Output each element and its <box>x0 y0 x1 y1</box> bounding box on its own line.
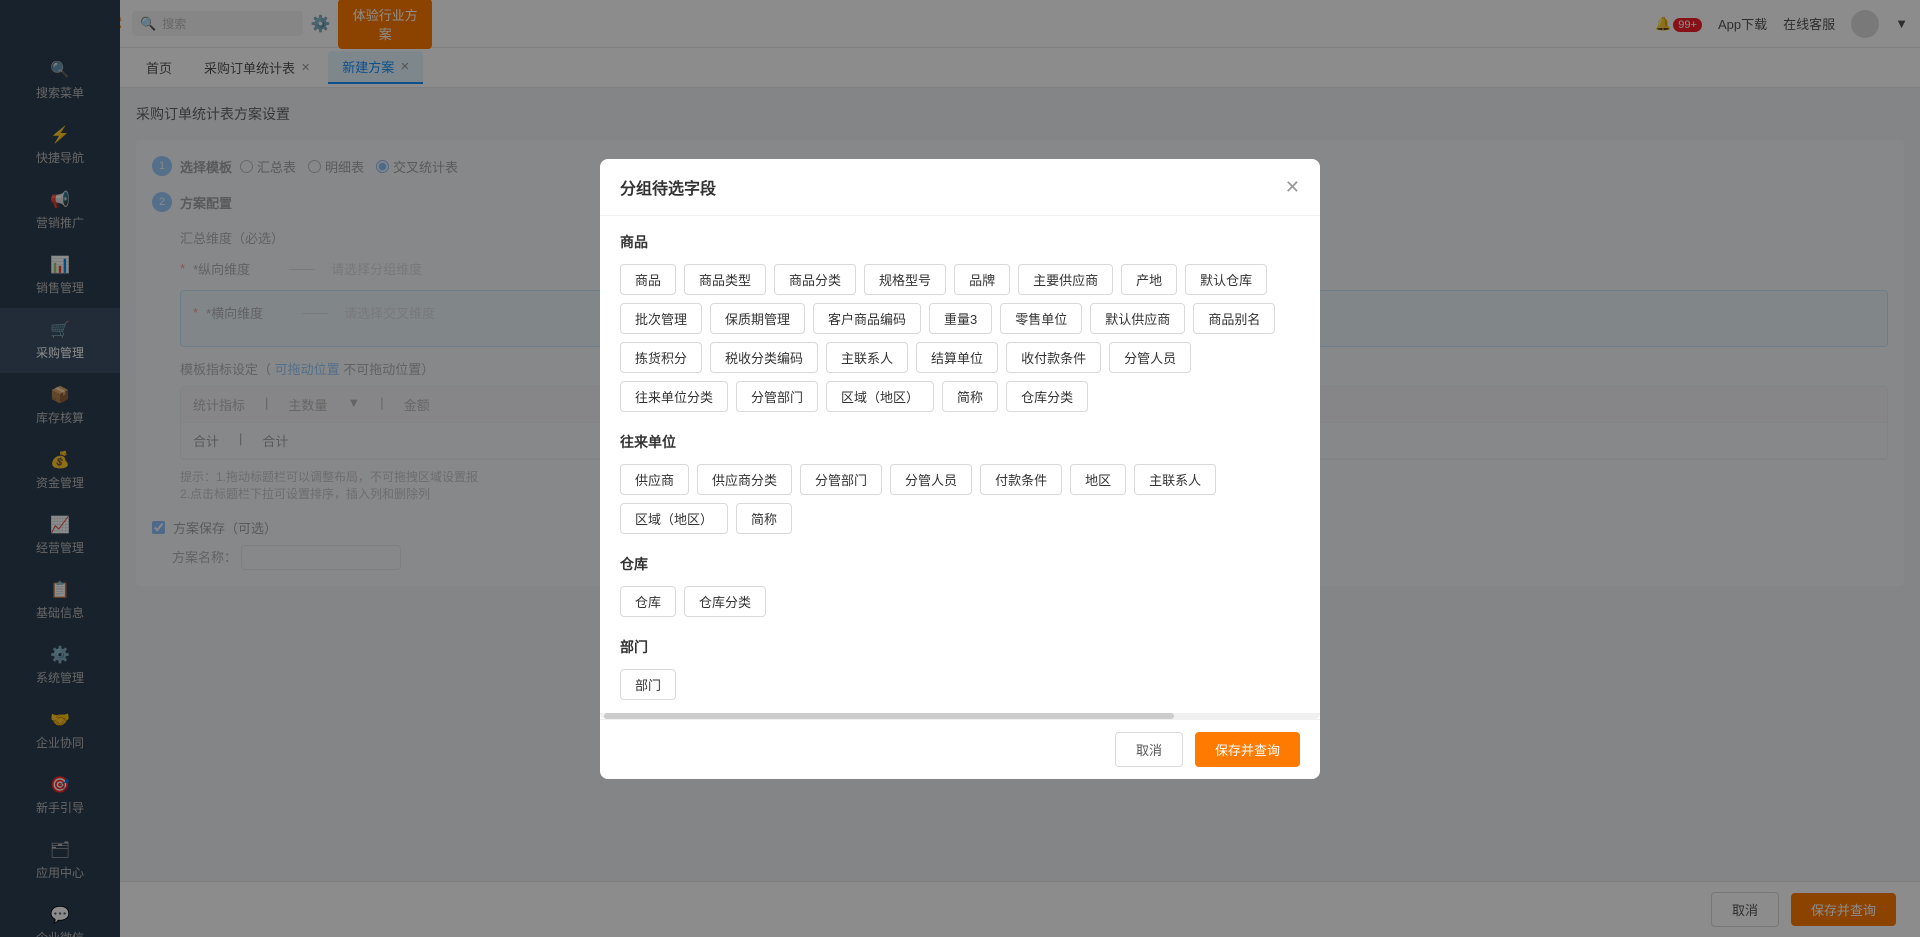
field-tag-1-7[interactable]: 区域（地区） <box>620 503 728 534</box>
field-tag-0-1[interactable]: 商品类型 <box>684 264 766 295</box>
field-section-商品: 商品商品商品类型商品分类规格型号品牌主要供应商产地默认仓库批次管理保质期管理客户… <box>620 232 1300 412</box>
field-tag-1-8[interactable]: 简称 <box>736 503 792 534</box>
field-tag-0-6[interactable]: 产地 <box>1121 264 1177 295</box>
field-tag-0-3[interactable]: 规格型号 <box>864 264 946 295</box>
field-tag-0-14[interactable]: 商品别名 <box>1193 303 1275 334</box>
field-tag-1-4[interactable]: 付款条件 <box>980 464 1062 495</box>
field-tag-0-10[interactable]: 客户商品编码 <box>813 303 921 334</box>
field-tag-0-18[interactable]: 结算单位 <box>916 342 998 373</box>
field-tag-0-4[interactable]: 品牌 <box>954 264 1010 295</box>
field-grid-2: 仓库仓库分类 <box>620 586 1300 617</box>
field-tag-0-17[interactable]: 主联系人 <box>826 342 908 373</box>
field-tag-2-1[interactable]: 仓库分类 <box>684 586 766 617</box>
field-tag-0-23[interactable]: 区域（地区） <box>826 381 934 412</box>
field-tag-0-21[interactable]: 往来单位分类 <box>620 381 728 412</box>
field-tag-1-1[interactable]: 供应商分类 <box>697 464 792 495</box>
section-title-2: 仓库 <box>620 554 1300 574</box>
field-tag-0-16[interactable]: 税收分类编码 <box>710 342 818 373</box>
modal-footer: 取消 保存并查询 <box>600 719 1320 779</box>
field-grid-0: 商品商品类型商品分类规格型号品牌主要供应商产地默认仓库批次管理保质期管理客户商品… <box>620 264 1300 412</box>
modal-close-button[interactable]: ✕ <box>1285 178 1300 196</box>
field-tag-0-0[interactable]: 商品 <box>620 264 676 295</box>
field-tag-1-5[interactable]: 地区 <box>1070 464 1126 495</box>
field-tag-0-24[interactable]: 简称 <box>942 381 998 412</box>
field-tag-1-0[interactable]: 供应商 <box>620 464 689 495</box>
modal-overlay: 分组待选字段 ✕ 商品商品商品类型商品分类规格型号品牌主要供应商产地默认仓库批次… <box>0 0 1920 937</box>
field-tag-0-20[interactable]: 分管人员 <box>1109 342 1191 373</box>
modal-cancel-button[interactable]: 取消 <box>1115 732 1183 767</box>
field-tag-0-5[interactable]: 主要供应商 <box>1018 264 1113 295</box>
field-section-仓库: 仓库仓库仓库分类 <box>620 554 1300 617</box>
modal-save-button[interactable]: 保存并查询 <box>1195 732 1300 767</box>
field-tag-0-15[interactable]: 拣货积分 <box>620 342 702 373</box>
field-tag-1-3[interactable]: 分管人员 <box>890 464 972 495</box>
field-tag-3-0[interactable]: 部门 <box>620 669 676 700</box>
field-tag-1-2[interactable]: 分管部门 <box>800 464 882 495</box>
field-grid-1: 供应商供应商分类分管部门分管人员付款条件地区主联系人区域（地区） 简称 <box>620 464 1300 534</box>
field-tag-0-2[interactable]: 商品分类 <box>774 264 856 295</box>
field-tag-0-25[interactable]: 仓库分类 <box>1006 381 1088 412</box>
modal-body[interactable]: 商品商品商品类型商品分类规格型号品牌主要供应商产地默认仓库批次管理保质期管理客户… <box>600 216 1320 713</box>
modal-dialog: 分组待选字段 ✕ 商品商品商品类型商品分类规格型号品牌主要供应商产地默认仓库批次… <box>600 159 1320 779</box>
section-title-3: 部门 <box>620 637 1300 657</box>
field-tag-1-6[interactable]: 主联系人 <box>1134 464 1216 495</box>
modal-title: 分组待选字段 <box>620 175 716 199</box>
modal-header: 分组待选字段 ✕ <box>600 159 1320 216</box>
field-section-部门: 部门部门 <box>620 637 1300 700</box>
field-grid-3: 部门 <box>620 669 1300 700</box>
field-tag-0-12[interactable]: 零售单位 <box>1000 303 1082 334</box>
field-section-往来单位: 往来单位供应商供应商分类分管部门分管人员付款条件地区主联系人区域（地区） 简称 <box>620 432 1300 534</box>
field-tag-0-9[interactable]: 保质期管理 <box>710 303 805 334</box>
field-tag-0-22[interactable]: 分管部门 <box>736 381 818 412</box>
field-tag-0-19[interactable]: 收付款条件 <box>1006 342 1101 373</box>
field-tag-0-13[interactable]: 默认供应商 <box>1090 303 1185 334</box>
field-tag-0-7[interactable]: 默认仓库 <box>1185 264 1267 295</box>
field-tag-0-8[interactable]: 批次管理 <box>620 303 702 334</box>
field-tag-0-11[interactable]: 重量3 <box>929 303 992 334</box>
section-title-1: 往来单位 <box>620 432 1300 452</box>
field-tag-2-0[interactable]: 仓库 <box>620 586 676 617</box>
section-title-0: 商品 <box>620 232 1300 252</box>
